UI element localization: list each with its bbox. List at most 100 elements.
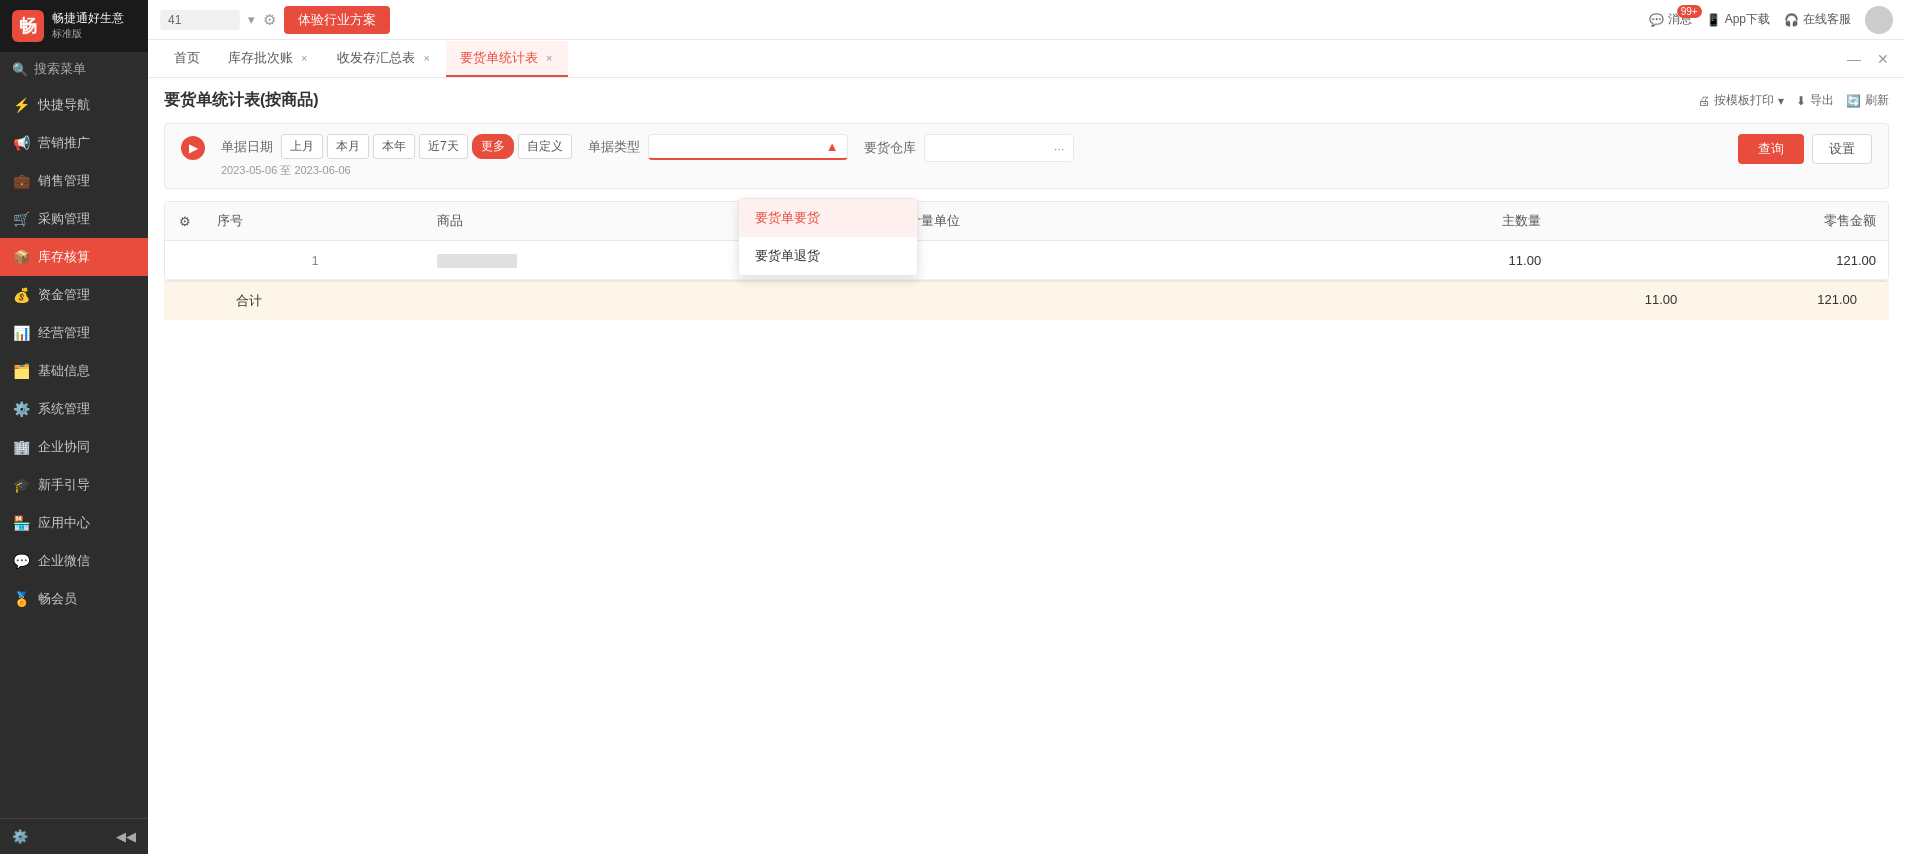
dropdown-item-order-return[interactable]: 要货单退货 xyxy=(739,237,917,275)
appstore-icon: 🏪 xyxy=(12,515,30,531)
data-table: ⚙ 序号 商品 主计量单位 主数量 零售金额 1 xyxy=(165,202,1888,280)
type-filter-group: 单据类型 ▲ xyxy=(588,134,848,160)
filter-actions: 查询 设置 xyxy=(1738,134,1872,164)
date-btn-last-month[interactable]: 上月 xyxy=(281,134,323,159)
tab-inventory-batch-close[interactable]: × xyxy=(299,51,309,65)
guide-icon: 🎓 xyxy=(12,477,30,493)
export-button[interactable]: ⬇ 导出 xyxy=(1796,92,1834,109)
sidebar-item-label: 新手引导 xyxy=(38,476,90,494)
more-options-icon[interactable]: ··· xyxy=(1054,141,1065,156)
collapse-sidebar-button[interactable]: ◀◀ xyxy=(116,829,136,844)
app-logo: 畅 xyxy=(12,10,44,42)
tab-order-summary-close[interactable]: × xyxy=(544,51,554,65)
type-filter-input[interactable] xyxy=(657,139,826,154)
sidebar-item-sales[interactable]: 💼 销售管理 xyxy=(0,162,148,200)
settings-icon[interactable]: ⚙️ xyxy=(12,829,28,844)
filter-bar: ▶ 单据日期 上月 本月 本年 近7天 更多 自定义 2023-05-06 至 … xyxy=(164,123,1889,189)
row-amount: 121.00 xyxy=(1553,241,1888,280)
page-header: 要货单统计表(按商品) 🖨 按模板打印 ▾ ⬇ 导出 🔄 刷新 xyxy=(164,90,1889,111)
type-filter-select[interactable]: ▲ xyxy=(648,134,848,160)
user-avatar[interactable] xyxy=(1865,6,1893,34)
sidebar-item-guide[interactable]: 🎓 新手引导 xyxy=(0,466,148,504)
service-label: 在线客服 xyxy=(1803,11,1851,28)
message-button[interactable]: 💬 消息 99+ xyxy=(1649,11,1692,28)
warehouse-filter-select[interactable]: ··· xyxy=(924,134,1074,162)
date-btn-more[interactable]: 更多 xyxy=(472,134,514,159)
vip-icon: 🏅 xyxy=(12,591,30,607)
sidebar-item-appstore[interactable]: 🏪 应用中心 xyxy=(0,504,148,542)
date-btn-custom[interactable]: 自定义 xyxy=(518,134,572,159)
dropdown-item-order-goods[interactable]: 要货单要货 xyxy=(739,199,917,237)
date-btn-this-month[interactable]: 本月 xyxy=(327,134,369,159)
sidebar-item-marketing[interactable]: 📢 营销推广 xyxy=(0,124,148,162)
enterprise-icon: 🏢 xyxy=(12,439,30,455)
tab-minimize-icon[interactable]: — xyxy=(1843,47,1865,71)
main-content: ▾ ⚙ 体验行业方案 💬 消息 99+ 📱 App下载 🎧 在线客服 首页 xyxy=(148,0,1905,854)
filter-settings-button[interactable]: 设置 xyxy=(1812,134,1872,164)
sidebar-item-operations[interactable]: 📊 经营管理 xyxy=(0,314,148,352)
type-filter-label: 单据类型 xyxy=(588,138,640,156)
sidebar-item-inventory[interactable]: 📦 库存核算 xyxy=(0,238,148,276)
warehouse-placeholder xyxy=(933,139,946,157)
system-icon: ⚙️ xyxy=(12,401,30,417)
export-label: 导出 xyxy=(1810,92,1834,109)
query-button[interactable]: 查询 xyxy=(1738,134,1804,164)
tab-receivable-summary-close[interactable]: × xyxy=(421,51,431,65)
sidebar-item-system[interactable]: ⚙️ 系统管理 xyxy=(0,390,148,428)
finance-icon: 💰 xyxy=(12,287,30,303)
sidebar-item-basic[interactable]: 🗂️ 基础信息 xyxy=(0,352,148,390)
print-template-button[interactable]: 🖨 按模板打印 ▾ xyxy=(1698,92,1784,109)
sidebar-header: 畅 畅捷通好生意 标准版 xyxy=(0,0,148,52)
tab-home[interactable]: 首页 xyxy=(160,41,214,77)
breadcrumb-input[interactable] xyxy=(160,10,240,30)
refresh-button[interactable]: 🔄 刷新 xyxy=(1846,92,1889,109)
tabs-right-actions: — ✕ xyxy=(1843,47,1893,71)
filter-expand-button[interactable]: ▶ xyxy=(181,136,205,160)
date-btn-last-7-days[interactable]: 近7天 xyxy=(419,134,468,159)
col-amount-header: 零售金额 xyxy=(1553,202,1888,241)
type-select-chevron-up-icon: ▲ xyxy=(826,139,839,154)
app-download-label: App下载 xyxy=(1725,11,1770,28)
sidebar-item-finance[interactable]: 💰 资金管理 xyxy=(0,276,148,314)
sidebar-item-label: 快捷导航 xyxy=(38,96,90,114)
sidebar-item-label: 经营管理 xyxy=(38,324,90,342)
sidebar-item-label: 采购管理 xyxy=(38,210,90,228)
sidebar-item-quick-nav[interactable]: ⚡ 快捷导航 xyxy=(0,86,148,124)
print-icon: 🖨 xyxy=(1698,94,1710,108)
col-settings[interactable]: ⚙ xyxy=(165,202,205,241)
sidebar-item-label: 库存核算 xyxy=(38,248,90,266)
sidebar-footer: ⚙️ ◀◀ xyxy=(0,818,148,854)
page-content: 要货单统计表(按商品) 🖨 按模板打印 ▾ ⬇ 导出 🔄 刷新 ▶ xyxy=(148,78,1905,854)
online-service-button[interactable]: 🎧 在线客服 xyxy=(1784,11,1851,28)
tab-order-summary[interactable]: 要货单统计表 × xyxy=(446,41,568,77)
message-badge: 99+ xyxy=(1677,5,1702,18)
tab-order-summary-label: 要货单统计表 xyxy=(460,49,538,67)
tab-home-label: 首页 xyxy=(174,49,200,67)
app-title: 畅捷通好生意 xyxy=(52,11,124,27)
tab-receivable-summary[interactable]: 收发存汇总表 × xyxy=(323,41,445,77)
date-filter-top: 单据日期 上月 本月 本年 近7天 更多 自定义 xyxy=(221,134,572,159)
date-filter-group: 单据日期 上月 本月 本年 近7天 更多 自定义 2023-05-06 至 20… xyxy=(221,134,572,178)
topbar: ▾ ⚙ 体验行业方案 💬 消息 99+ 📱 App下载 🎧 在线客服 xyxy=(148,0,1905,40)
sidebar-item-label: 销售管理 xyxy=(38,172,90,190)
operations-icon: 📊 xyxy=(12,325,30,341)
industry-solution-button[interactable]: 体验行业方案 xyxy=(284,6,390,34)
settings-gear-icon[interactable]: ⚙ xyxy=(263,11,276,29)
sidebar-search[interactable]: 🔍 搜索菜单 xyxy=(0,52,148,86)
row-no: 1 xyxy=(205,241,425,280)
app-download-button[interactable]: 📱 App下载 xyxy=(1706,11,1770,28)
tab-close-all-icon[interactable]: ✕ xyxy=(1873,47,1893,71)
tab-inventory-batch[interactable]: 库存批次账 × xyxy=(214,41,323,77)
table-header-row: ⚙ 序号 商品 主计量单位 主数量 零售金额 xyxy=(165,202,1888,241)
breadcrumb-dropdown-icon[interactable]: ▾ xyxy=(248,12,255,27)
sidebar-item-vip[interactable]: 🏅 畅会员 xyxy=(0,580,148,618)
warehouse-filter-group: 要货仓库 ··· xyxy=(864,134,1074,162)
sidebar-item-purchase[interactable]: 🛒 采购管理 xyxy=(0,200,148,238)
tab-receivable-summary-label: 收发存汇总表 xyxy=(337,49,415,67)
date-btn-this-year[interactable]: 本年 xyxy=(373,134,415,159)
sidebar-item-enterprise[interactable]: 🏢 企业协同 xyxy=(0,428,148,466)
row-unit: 块 xyxy=(883,241,1275,280)
col-quantity-header: 主数量 xyxy=(1276,202,1554,241)
sidebar-item-label: 基础信息 xyxy=(38,362,90,380)
sidebar-item-wechat[interactable]: 💬 企业微信 xyxy=(0,542,148,580)
